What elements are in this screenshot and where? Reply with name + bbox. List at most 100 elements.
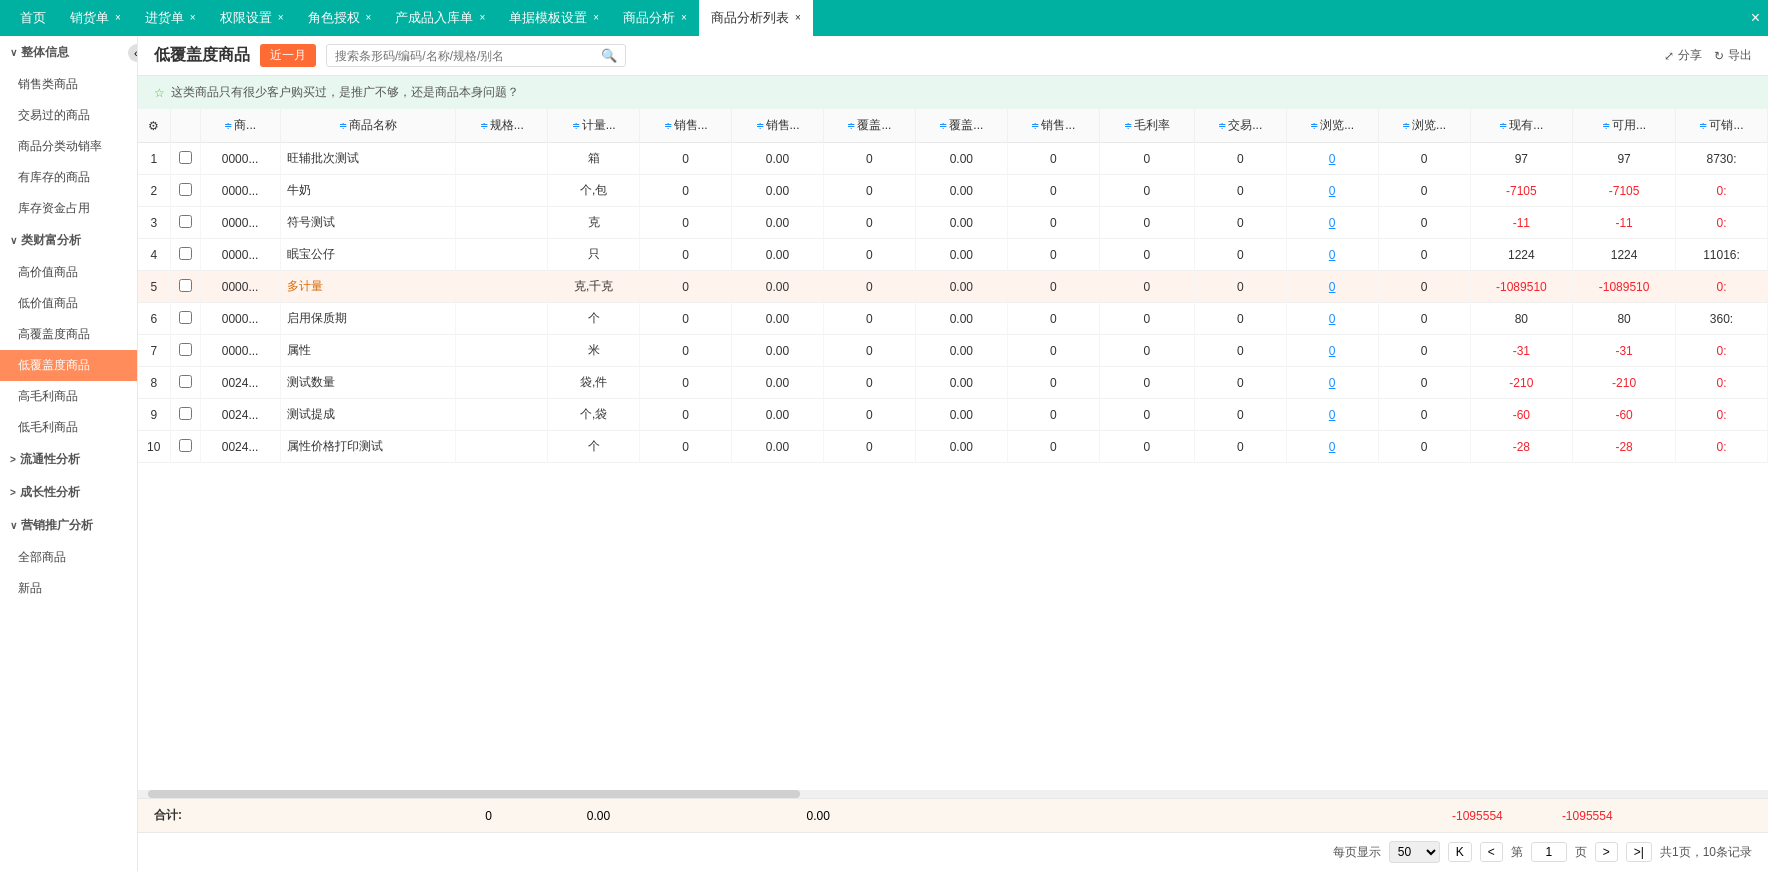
row-name[interactable]: 符号测试 bbox=[280, 207, 456, 239]
settings-column-header[interactable]: ⚙ bbox=[138, 109, 170, 143]
row-sellable: 0: bbox=[1675, 207, 1767, 239]
row-spec bbox=[456, 143, 548, 175]
nav-product-entry[interactable]: 产成品入库单 × bbox=[383, 0, 497, 36]
sidebar-item-stocked-goods[interactable]: 有库存的商品 bbox=[0, 162, 137, 193]
row-name[interactable]: 属性价格打印测试 bbox=[280, 431, 456, 463]
export-button[interactable]: ↻ 导出 bbox=[1714, 47, 1752, 64]
sidebar-section-marketing[interactable]: ∨营销推广分析 bbox=[0, 509, 137, 542]
per-page-select[interactable]: 20 50 100 200 bbox=[1389, 841, 1440, 863]
next-page-button[interactable]: > bbox=[1595, 842, 1618, 862]
sidebar-section-wealth[interactable]: ∨类财富分析 bbox=[0, 224, 137, 257]
sidebar-item-low-coverage[interactable]: 低覆盖度商品 bbox=[0, 350, 137, 381]
horizontal-scrollbar[interactable] bbox=[138, 790, 1768, 798]
row-browse1[interactable]: 0 bbox=[1286, 367, 1378, 399]
row-browse1[interactable]: 0 bbox=[1286, 271, 1378, 303]
row-checkbox[interactable] bbox=[170, 239, 200, 271]
row-cover2: 0.00 bbox=[915, 399, 1007, 431]
row-browse1[interactable]: 0 bbox=[1286, 175, 1378, 207]
time-filter-button[interactable]: 近一月 bbox=[260, 44, 316, 67]
sidebar-item-high-value[interactable]: 高价值商品 bbox=[0, 257, 137, 288]
row-checkbox[interactable] bbox=[170, 271, 200, 303]
row-cover1: 0 bbox=[823, 175, 915, 207]
nav-role-auth[interactable]: 角色授权 × bbox=[296, 0, 384, 36]
sidebar-item-new-goods[interactable]: 新品 bbox=[0, 573, 137, 604]
sidebar-item-sales-goods[interactable]: 销售类商品 bbox=[0, 69, 137, 100]
sidebar-item-category-rate[interactable]: 商品分类动销率 bbox=[0, 131, 137, 162]
row-sales3: 0 bbox=[1007, 335, 1099, 367]
row-browse1[interactable]: 0 bbox=[1286, 207, 1378, 239]
close-icon[interactable]: × bbox=[795, 0, 801, 36]
row-cover2: 0.00 bbox=[915, 143, 1007, 175]
row-name[interactable]: 眠宝公仔 bbox=[280, 239, 456, 271]
row-name[interactable]: 测试数量 bbox=[280, 367, 456, 399]
sidebar-item-high-coverage[interactable]: 高覆盖度商品 bbox=[0, 319, 137, 350]
sidebar-item-stock-capital[interactable]: 库存资金占用 bbox=[0, 193, 137, 224]
row-trade: 0 bbox=[1194, 143, 1286, 175]
row-sellable: 11016: bbox=[1675, 239, 1767, 271]
nav-permission-settings[interactable]: 权限设置 × bbox=[208, 0, 296, 36]
close-icon[interactable]: × bbox=[278, 0, 284, 36]
row-checkbox[interactable] bbox=[170, 431, 200, 463]
last-page-button[interactable]: >| bbox=[1626, 842, 1652, 862]
sidebar-section-overall[interactable]: ∨整体信息 bbox=[0, 36, 137, 69]
sidebar-item-traded-goods[interactable]: 交易过的商品 bbox=[0, 100, 137, 131]
row-code: 0000... bbox=[200, 207, 280, 239]
close-all-tabs-button[interactable]: × bbox=[1751, 9, 1760, 27]
row-checkbox[interactable] bbox=[170, 335, 200, 367]
row-no: 10 bbox=[138, 431, 170, 463]
row-browse1[interactable]: 0 bbox=[1286, 303, 1378, 335]
row-name[interactable]: 旺辅批次测试 bbox=[280, 143, 456, 175]
page-number-input[interactable] bbox=[1531, 842, 1567, 862]
chevron-down-icon: ∨ bbox=[10, 47, 17, 58]
sidebar-item-all-goods[interactable]: 全部商品 bbox=[0, 542, 137, 573]
row-checkbox[interactable] bbox=[170, 143, 200, 175]
scrollbar-thumb[interactable] bbox=[148, 790, 800, 798]
nav-product-analysis-list[interactable]: 商品分析列表 × bbox=[699, 0, 813, 36]
close-icon[interactable]: × bbox=[366, 0, 372, 36]
close-icon[interactable]: × bbox=[479, 0, 485, 36]
content-area: 低覆盖度商品 近一月 🔍 ⤢ 分享 ↻ 导出 bbox=[138, 36, 1768, 871]
row-checkbox[interactable] bbox=[170, 207, 200, 239]
close-icon[interactable]: × bbox=[190, 0, 196, 36]
search-input[interactable] bbox=[335, 49, 601, 63]
nav-sales-order[interactable]: 销货单 × bbox=[58, 0, 133, 36]
row-browse1[interactable]: 0 bbox=[1286, 335, 1378, 367]
row-name[interactable]: 测试提成 bbox=[280, 399, 456, 431]
sidebar-item-low-value[interactable]: 低价值商品 bbox=[0, 288, 137, 319]
sidebar-section-growth[interactable]: >成长性分析 bbox=[0, 476, 137, 509]
table-row: 4 0000... 眠宝公仔 只 0 0.00 0 0.00 0 0 0 0 0… bbox=[138, 239, 1768, 271]
row-code: 0000... bbox=[200, 271, 280, 303]
sidebar-item-low-margin[interactable]: 低毛利商品 bbox=[0, 412, 137, 443]
sidebar-item-high-margin[interactable]: 高毛利商品 bbox=[0, 381, 137, 412]
nav-home[interactable]: 首页 bbox=[8, 0, 58, 36]
settings-icon[interactable]: ⚙ bbox=[148, 119, 159, 133]
row-browse1[interactable]: 0 bbox=[1286, 399, 1378, 431]
row-trade: 0 bbox=[1194, 367, 1286, 399]
close-icon[interactable]: × bbox=[681, 0, 687, 36]
nav-product-analysis[interactable]: 商品分析 × bbox=[611, 0, 699, 36]
row-sales3: 0 bbox=[1007, 207, 1099, 239]
row-checkbox[interactable] bbox=[170, 175, 200, 207]
close-icon[interactable]: × bbox=[593, 0, 599, 36]
first-page-button[interactable]: K bbox=[1448, 842, 1472, 862]
row-code: 0024... bbox=[200, 431, 280, 463]
cover2-column-header: ≑覆盖... bbox=[915, 109, 1007, 143]
chevron-right-icon: > bbox=[10, 454, 16, 465]
prev-page-button[interactable]: < bbox=[1480, 842, 1503, 862]
sidebar-section-circulation[interactable]: >流通性分析 bbox=[0, 443, 137, 476]
row-browse1[interactable]: 0 bbox=[1286, 239, 1378, 271]
row-name[interactable]: 启用保质期 bbox=[280, 303, 456, 335]
row-browse1[interactable]: 0 bbox=[1286, 431, 1378, 463]
row-checkbox[interactable] bbox=[170, 399, 200, 431]
row-name[interactable]: 牛奶 bbox=[280, 175, 456, 207]
close-icon[interactable]: × bbox=[115, 0, 121, 36]
summary-label: 合计: bbox=[154, 807, 214, 824]
nav-template-settings[interactable]: 单据模板设置 × bbox=[497, 0, 611, 36]
row-checkbox[interactable] bbox=[170, 303, 200, 335]
share-button[interactable]: ⤢ 分享 bbox=[1664, 47, 1702, 64]
row-name[interactable]: 多计量 bbox=[280, 271, 456, 303]
row-browse1[interactable]: 0 bbox=[1286, 143, 1378, 175]
nav-purchase-order[interactable]: 进货单 × bbox=[133, 0, 208, 36]
row-name[interactable]: 属性 bbox=[280, 335, 456, 367]
row-checkbox[interactable] bbox=[170, 367, 200, 399]
